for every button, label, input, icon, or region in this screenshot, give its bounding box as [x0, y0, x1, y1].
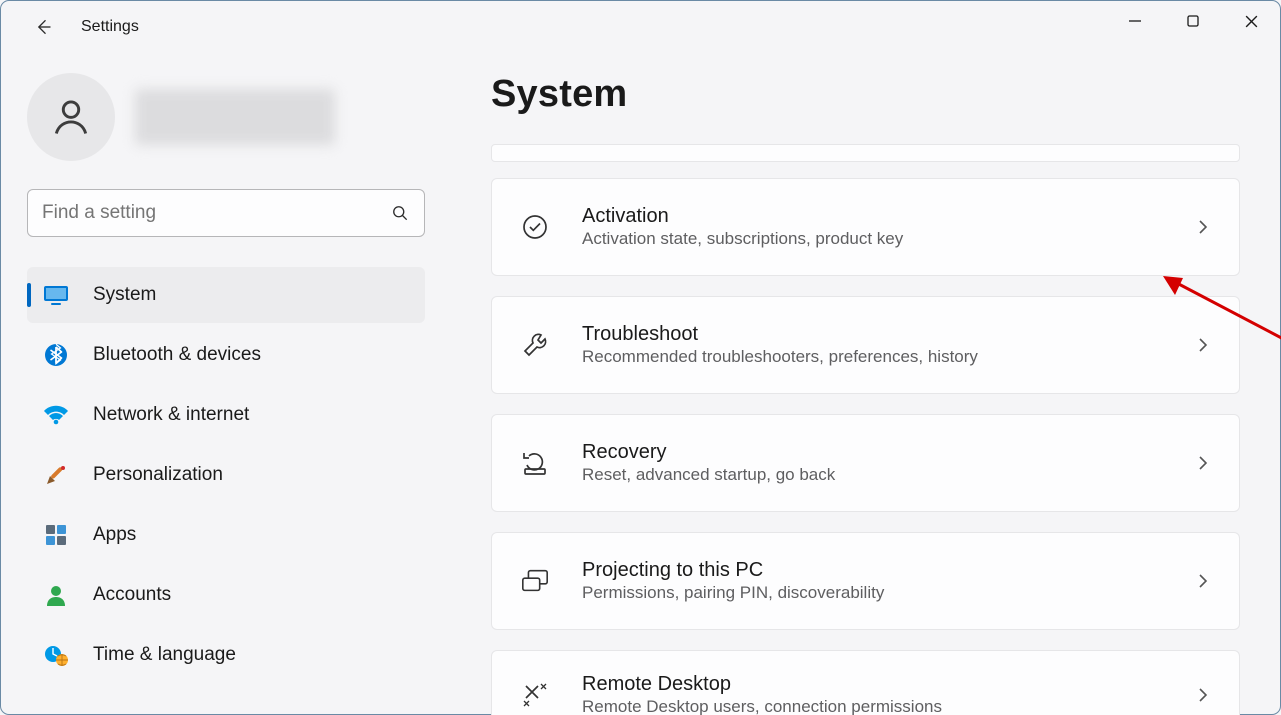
clock-globe-icon: [43, 642, 69, 668]
card-title: Recovery: [582, 441, 1195, 464]
nav-system[interactable]: System: [27, 267, 425, 323]
card-remote-desktop[interactable]: Remote Desktop Remote Desktop users, con…: [491, 650, 1240, 715]
wifi-icon: [43, 402, 69, 428]
chevron-right-icon: [1195, 573, 1211, 589]
chevron-right-icon: [1195, 337, 1211, 353]
paintbrush-icon: [43, 462, 69, 488]
bluetooth-icon: [43, 342, 69, 368]
chevron-right-icon: [1195, 219, 1211, 235]
card-projecting[interactable]: Projecting to this PC Permissions, pairi…: [491, 532, 1240, 630]
nav-label: Accounts: [93, 584, 171, 606]
back-button[interactable]: [31, 15, 55, 39]
card-title: Projecting to this PC: [582, 559, 1195, 582]
page-title: System: [491, 73, 1240, 116]
app-title: Settings: [81, 18, 139, 36]
user-tile[interactable]: [27, 73, 435, 161]
window-minimize-button[interactable]: [1106, 1, 1164, 41]
card-subtitle: Activation state, subscriptions, product…: [582, 229, 1195, 249]
nav-label: Bluetooth & devices: [93, 344, 261, 366]
avatar: [27, 73, 115, 161]
search-icon: [390, 203, 410, 223]
nav-label: Apps: [93, 524, 136, 546]
search-input-container[interactable]: [27, 189, 425, 237]
card-title: Troubleshoot: [582, 323, 1195, 346]
nav-accounts[interactable]: Accounts: [27, 567, 425, 623]
card-title: Activation: [582, 205, 1195, 228]
previous-card-peek[interactable]: [491, 144, 1240, 162]
card-subtitle: Recommended troubleshooters, preferences…: [582, 347, 1195, 367]
card-activation[interactable]: Activation Activation state, subscriptio…: [491, 178, 1240, 276]
nav-bluetooth[interactable]: Bluetooth & devices: [27, 327, 425, 383]
apps-icon: [43, 522, 69, 548]
card-title: Remote Desktop: [582, 673, 1195, 696]
person-icon: [43, 582, 69, 608]
nav-time-language[interactable]: Time & language: [27, 627, 425, 683]
chevron-right-icon: [1195, 455, 1211, 471]
card-subtitle: Reset, advanced startup, go back: [582, 465, 1195, 485]
window-maximize-button[interactable]: [1164, 1, 1222, 41]
card-recovery[interactable]: Recovery Reset, advanced startup, go bac…: [491, 414, 1240, 512]
window-close-button[interactable]: [1222, 1, 1280, 41]
card-subtitle: Remote Desktop users, connection permiss…: [582, 697, 1195, 715]
card-troubleshoot[interactable]: Troubleshoot Recommended troubleshooters…: [491, 296, 1240, 394]
sidebar: System Bluetooth & devices Network & int…: [1, 53, 461, 714]
system-icon: [43, 282, 69, 308]
nav-label: Network & internet: [93, 404, 249, 426]
nav-network[interactable]: Network & internet: [27, 387, 425, 443]
nav-label: Time & language: [93, 644, 236, 666]
nav-label: Personalization: [93, 464, 223, 486]
search-input[interactable]: [42, 202, 390, 224]
remote-desktop-icon: [520, 680, 550, 710]
nav-apps[interactable]: Apps: [27, 507, 425, 563]
main-content: System Activation Activation state, subs…: [461, 53, 1280, 714]
projecting-icon: [520, 566, 550, 596]
user-name-redacted: [135, 89, 335, 145]
nav-label: System: [93, 284, 156, 306]
chevron-right-icon: [1195, 687, 1211, 703]
checkmark-circle-icon: [520, 212, 550, 242]
nav-personalization[interactable]: Personalization: [27, 447, 425, 503]
card-subtitle: Permissions, pairing PIN, discoverabilit…: [582, 583, 1195, 603]
recovery-icon: [520, 448, 550, 478]
wrench-icon: [520, 330, 550, 360]
